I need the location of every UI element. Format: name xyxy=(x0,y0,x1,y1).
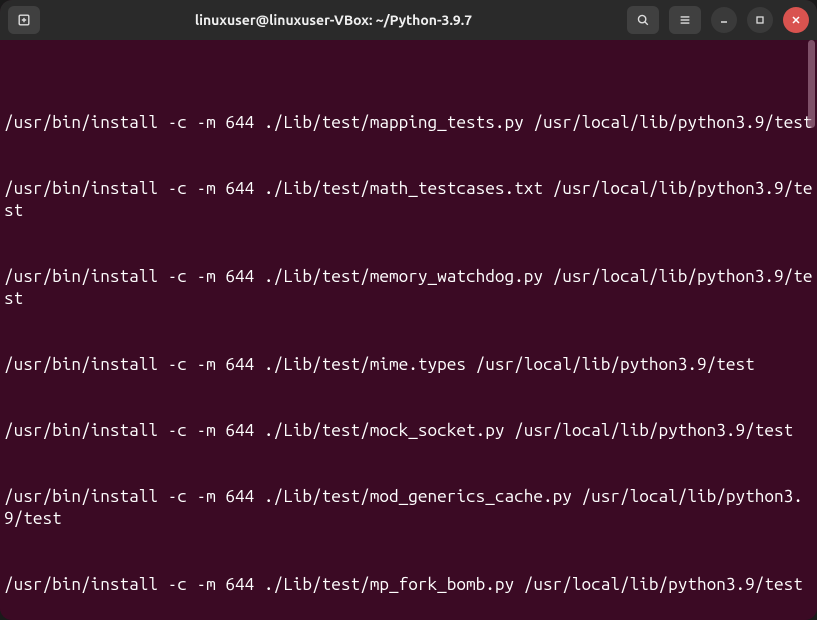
terminal-window: linuxuser@linuxuser-VBox: ~/Python-3.9.7 xyxy=(0,0,817,620)
window-title: linuxuser@linuxuser-VBox: ~/Python-3.9.7 xyxy=(48,12,619,28)
close-button[interactable] xyxy=(783,7,809,33)
terminal-output[interactable]: /usr/bin/install -c -m 644 ./Lib/test/ma… xyxy=(0,40,817,620)
search-button[interactable] xyxy=(627,6,659,34)
terminal-line: /usr/bin/install -c -m 644 ./Lib/test/mo… xyxy=(4,486,813,530)
minimize-icon xyxy=(719,15,729,25)
maximize-icon xyxy=(755,15,765,25)
new-tab-icon xyxy=(17,13,31,27)
close-icon xyxy=(791,15,801,25)
terminal-line: /usr/bin/install -c -m 644 ./Lib/test/ma… xyxy=(4,112,813,134)
titlebar-left-controls xyxy=(8,6,40,34)
minimize-button[interactable] xyxy=(711,7,737,33)
terminal-line: /usr/bin/install -c -m 644 ./Lib/test/mp… xyxy=(4,574,813,596)
hamburger-icon xyxy=(678,13,692,27)
scrollbar-thumb[interactable] xyxy=(808,40,815,128)
new-tab-button[interactable] xyxy=(8,6,40,34)
titlebar: linuxuser@linuxuser-VBox: ~/Python-3.9.7 xyxy=(0,0,817,40)
terminal-line: /usr/bin/install -c -m 644 ./Lib/test/me… xyxy=(4,266,813,310)
search-icon xyxy=(636,13,650,27)
terminal-line: /usr/bin/install -c -m 644 ./Lib/test/mi… xyxy=(4,354,813,376)
menu-button[interactable] xyxy=(669,6,701,34)
terminal-line: /usr/bin/install -c -m 644 ./Lib/test/mo… xyxy=(4,420,813,442)
terminal-line: /usr/bin/install -c -m 644 ./Lib/test/ma… xyxy=(4,178,813,222)
titlebar-right-controls xyxy=(627,6,809,34)
maximize-button[interactable] xyxy=(747,7,773,33)
